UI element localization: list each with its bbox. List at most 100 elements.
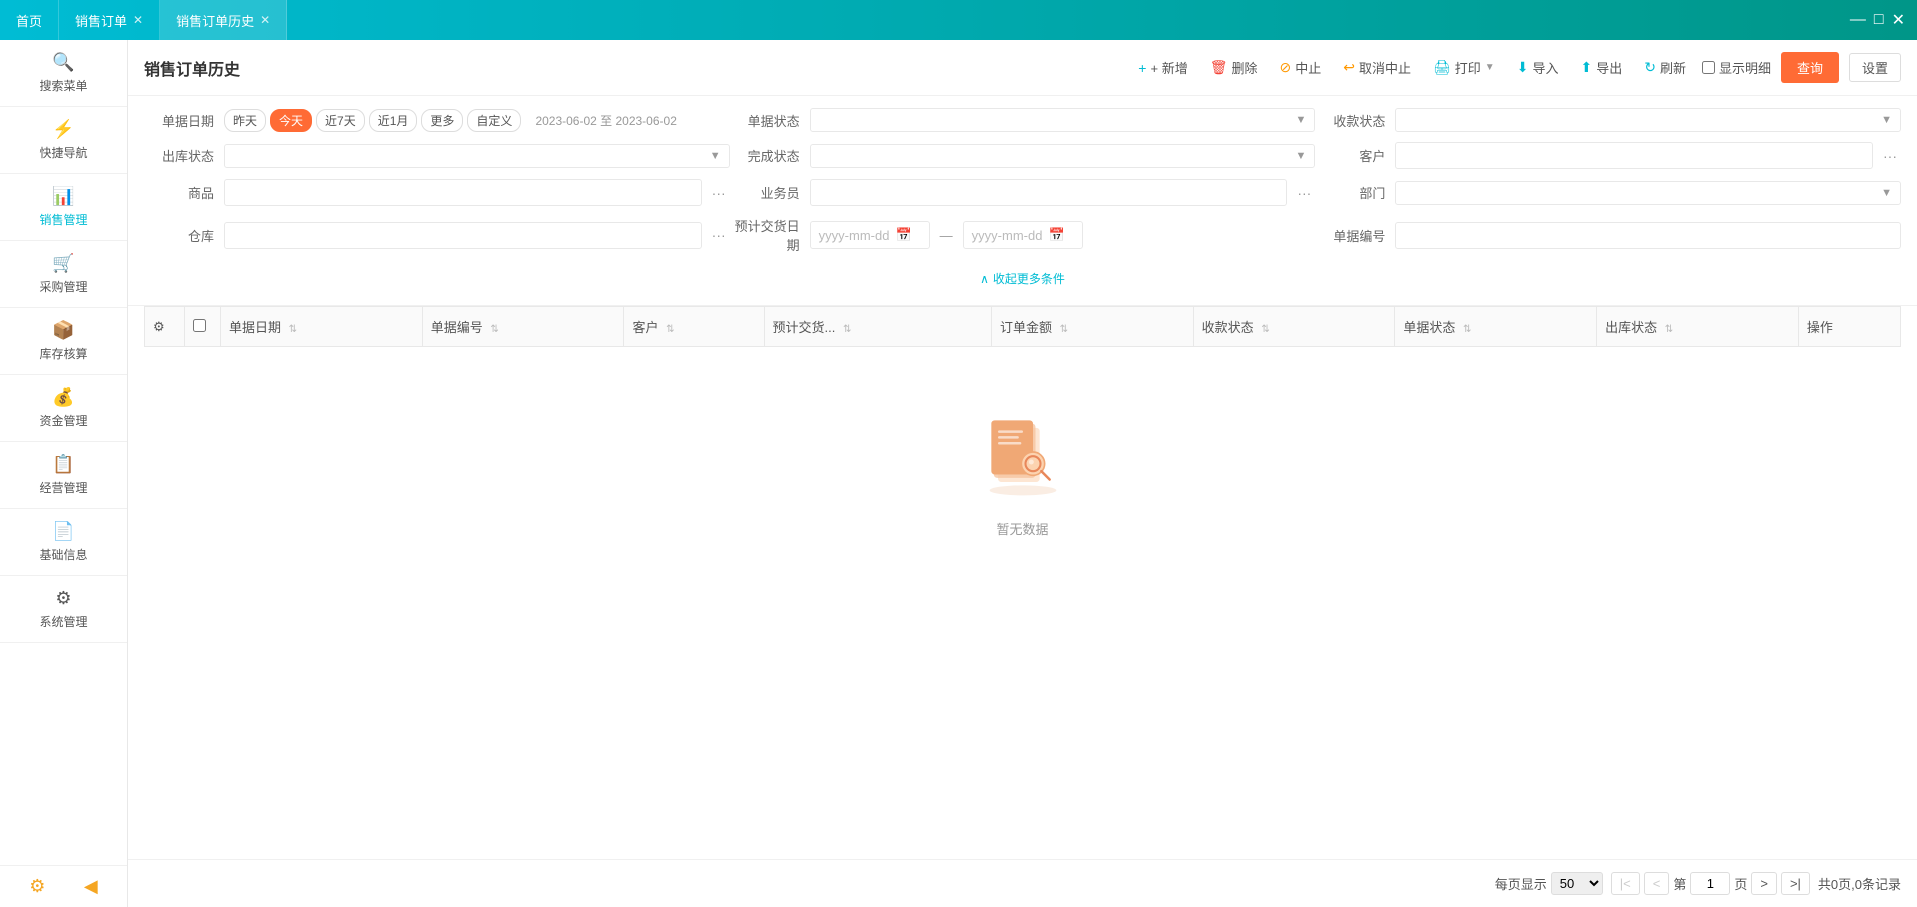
department-select[interactable]: ▼ bbox=[1395, 181, 1901, 205]
filter-area: 单据日期 昨天 今天 近7天 近1月 更多 自定义 2023-06-02 至 2… bbox=[128, 96, 1917, 306]
date-btn-yesterday[interactable]: 昨天 bbox=[224, 109, 266, 132]
th-customer-sort-icon: ⇅ bbox=[666, 324, 674, 335]
print-button[interactable]: 🖨 打印 ▼ bbox=[1427, 54, 1501, 81]
tab-home[interactable]: 首页 bbox=[0, 0, 59, 40]
th-payment-status-sort-icon: ⇅ bbox=[1261, 324, 1269, 335]
import-button-label: 导入 bbox=[1532, 58, 1558, 77]
sidebar-item-inventory[interactable]: 📦 库存核算 bbox=[0, 308, 127, 375]
salesperson-label: 业务员 bbox=[730, 183, 810, 202]
tab-sales-order-history[interactable]: 销售订单历史 ✕ bbox=[160, 0, 287, 40]
sidebar-item-operations[interactable]: 📋 经营管理 bbox=[0, 442, 127, 509]
filter-row-1: 单据日期 昨天 今天 近7天 近1月 更多 自定义 2023-06-02 至 2… bbox=[144, 108, 1901, 132]
th-date[interactable]: 单据日期 ⇅ bbox=[221, 307, 423, 347]
date-label: 单据日期 bbox=[144, 111, 224, 130]
export-button-label: 导出 bbox=[1596, 58, 1622, 77]
stop-button-label: 中止 bbox=[1295, 58, 1321, 77]
window-controls: — □ ✕ bbox=[1838, 10, 1917, 30]
bill-status-select[interactable]: ▼ bbox=[810, 108, 1316, 132]
display-toggle-label: 显示明细 bbox=[1719, 58, 1771, 77]
goods-input[interactable] bbox=[224, 179, 702, 206]
sidebar-item-basics[interactable]: 📄 基础信息 bbox=[0, 509, 127, 576]
cancel-stop-button[interactable]: ↩ 取消中止 bbox=[1337, 54, 1417, 81]
th-settings[interactable]: ⚙ bbox=[145, 307, 185, 347]
delivery-status-select[interactable]: ▼ bbox=[224, 144, 730, 168]
delete-icon: 🗑 bbox=[1210, 59, 1228, 76]
complete-status-select[interactable]: ▼ bbox=[810, 144, 1316, 168]
sidebar-item-quicknav[interactable]: ⚡ 快捷导航 bbox=[0, 107, 127, 174]
delivery-date-label: 预计交货日期 bbox=[730, 216, 810, 254]
salesperson-browse-icon[interactable]: ··· bbox=[1293, 185, 1315, 201]
goods-browse-icon[interactable]: ··· bbox=[708, 185, 730, 201]
th-checkbox[interactable] bbox=[185, 307, 221, 347]
sidebar-item-finance[interactable]: 💰 资金管理 bbox=[0, 375, 127, 442]
delivery-date-from[interactable]: yyyy-mm-dd 📅 bbox=[810, 221, 930, 249]
sidebar-item-search[interactable]: 🔍 搜索菜单 bbox=[0, 40, 127, 107]
sidebar-settings-icon[interactable]: ⚙ bbox=[29, 876, 45, 897]
bill-number-input[interactable] bbox=[1395, 222, 1901, 249]
payment-status-arrow: ▼ bbox=[1881, 114, 1892, 126]
customer-label: 客户 bbox=[1315, 146, 1395, 165]
minimize-icon[interactable]: — bbox=[1850, 11, 1866, 29]
salesperson-input[interactable] bbox=[810, 179, 1288, 206]
th-payment-status[interactable]: 收款状态 ⇅ bbox=[1193, 307, 1395, 347]
maximize-icon[interactable]: □ bbox=[1874, 11, 1884, 29]
search-icon: 🔍 bbox=[52, 52, 74, 73]
warehouse-input[interactable] bbox=[224, 222, 702, 249]
last-page-button[interactable]: >| bbox=[1781, 872, 1810, 895]
total-record-label: 共0页,0条记录 bbox=[1818, 874, 1901, 893]
prev-page-button[interactable]: < bbox=[1644, 872, 1670, 895]
refresh-button[interactable]: ↻ 刷新 bbox=[1638, 54, 1692, 81]
bill-status-control: ▼ bbox=[810, 108, 1316, 132]
payment-status-control: ▼ bbox=[1395, 108, 1901, 132]
select-all-checkbox[interactable] bbox=[193, 319, 206, 332]
salesperson-control: ··· bbox=[810, 179, 1316, 206]
window-close-icon[interactable]: ✕ bbox=[1892, 10, 1905, 30]
complete-status-control: ▼ bbox=[810, 144, 1316, 168]
customer-browse-icon[interactable]: ··· bbox=[1879, 148, 1901, 164]
settings-button[interactable]: 设置 bbox=[1849, 53, 1901, 82]
sidebar-collapse-icon[interactable]: ◀ bbox=[84, 876, 98, 897]
goods-label: 商品 bbox=[144, 183, 224, 202]
delete-button[interactable]: 🗑 删除 bbox=[1204, 54, 1264, 81]
cancel-stop-button-label: 取消中止 bbox=[1359, 58, 1411, 77]
sidebar-item-system[interactable]: ⚙ 系统管理 bbox=[0, 576, 127, 643]
customer-input[interactable] bbox=[1395, 142, 1873, 169]
date-btn-more[interactable]: 更多 bbox=[421, 109, 463, 132]
date-btn-7days[interactable]: 近7天 bbox=[316, 109, 365, 132]
next-page-button[interactable]: > bbox=[1751, 872, 1777, 895]
th-delivery-status[interactable]: 出库状态 ⇅ bbox=[1597, 307, 1799, 347]
warehouse-browse-icon[interactable]: ··· bbox=[708, 227, 730, 243]
display-toggle[interactable]: 显示明细 bbox=[1702, 58, 1771, 77]
th-delivery-date[interactable]: 预计交货... ⇅ bbox=[764, 307, 991, 347]
page-size-dropdown[interactable]: 10 20 50 100 bbox=[1551, 872, 1603, 895]
sidebar-item-purchase[interactable]: 🛒 采购管理 bbox=[0, 241, 127, 308]
sidebar-item-sales[interactable]: 📊 销售管理 bbox=[0, 174, 127, 241]
th-bill-status-sort-icon: ⇅ bbox=[1463, 324, 1471, 335]
close-sales-order-icon[interactable]: ✕ bbox=[133, 13, 143, 27]
th-customer[interactable]: 客户 ⇅ bbox=[624, 307, 764, 347]
import-button[interactable]: ⬇ 导入 bbox=[1511, 54, 1565, 81]
th-date-sort-icon: ⇅ bbox=[289, 324, 297, 335]
date-btn-custom[interactable]: 自定义 bbox=[467, 109, 521, 132]
date-btn-1month[interactable]: 近1月 bbox=[369, 109, 418, 132]
display-toggle-checkbox[interactable] bbox=[1702, 61, 1715, 74]
page-number-input[interactable] bbox=[1690, 872, 1730, 895]
stop-button[interactable]: ⊘ 中止 bbox=[1274, 54, 1328, 81]
query-button[interactable]: 查询 bbox=[1781, 52, 1839, 83]
sidebar-item-quicknav-label: 快捷导航 bbox=[39, 144, 87, 161]
export-button[interactable]: ⬆ 导出 bbox=[1574, 54, 1628, 81]
th-bill-status[interactable]: 单据状态 ⇅ bbox=[1395, 307, 1597, 347]
th-delivery-status-label: 出库状态 bbox=[1605, 320, 1657, 335]
collapse-more-btn[interactable]: ∧ 收起更多条件 bbox=[144, 264, 1901, 293]
new-button[interactable]: + + 新增 bbox=[1132, 54, 1193, 81]
th-amount[interactable]: 订单金额 ⇅ bbox=[991, 307, 1193, 347]
payment-status-select[interactable]: ▼ bbox=[1395, 108, 1901, 132]
delivery-date-to[interactable]: yyyy-mm-dd 📅 bbox=[963, 221, 1083, 249]
tab-sales-order[interactable]: 销售订单 ✕ bbox=[59, 0, 160, 40]
first-page-button[interactable]: |< bbox=[1611, 872, 1640, 895]
table-header-row: ⚙ 单据日期 ⇅ 单据编号 ⇅ 客户 ⇅ bbox=[145, 307, 1901, 347]
date-btn-today[interactable]: 今天 bbox=[270, 109, 312, 132]
th-date-label: 单据日期 bbox=[229, 320, 281, 335]
close-sales-order-history-icon[interactable]: ✕ bbox=[260, 13, 270, 27]
th-number[interactable]: 单据编号 ⇅ bbox=[422, 307, 624, 347]
